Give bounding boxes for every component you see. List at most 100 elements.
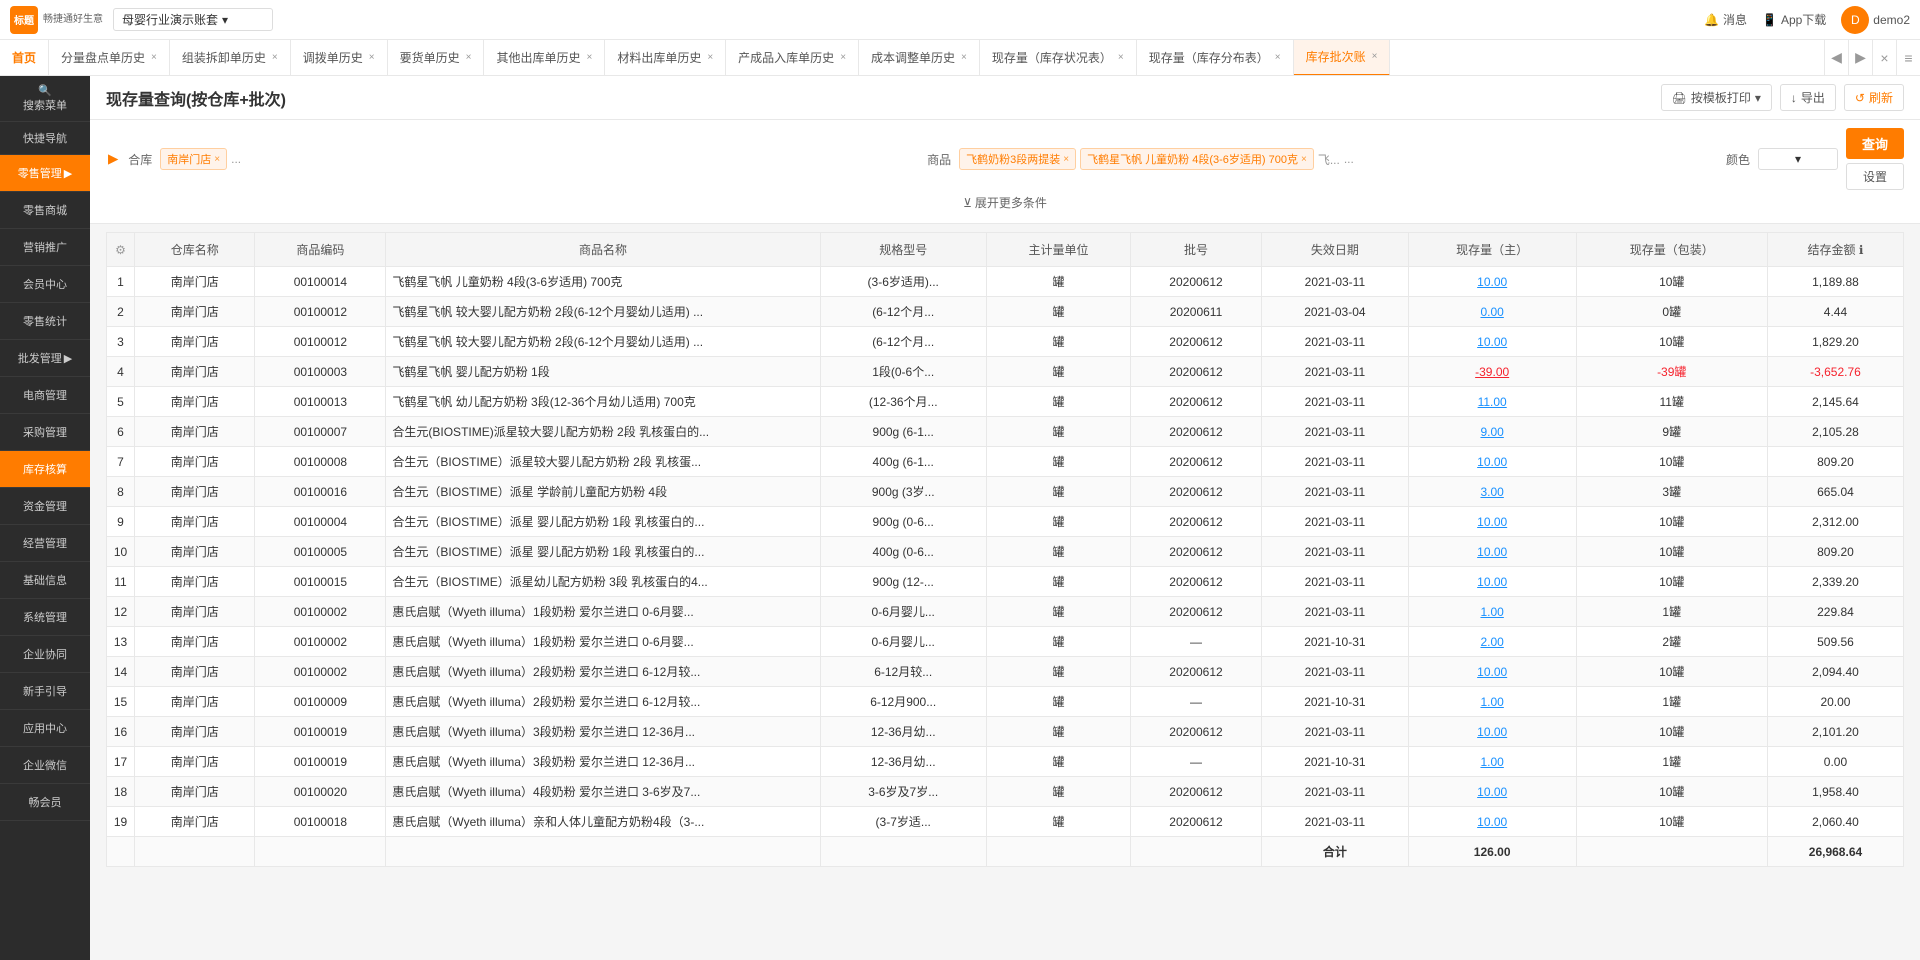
filter-expand-btn[interactable]: ▶ bbox=[106, 149, 120, 169]
sidebar-item-finance[interactable]: 资金管理 bbox=[0, 488, 90, 525]
tab-requisition[interactable]: 要货单历史 × bbox=[388, 40, 485, 76]
tab-inventory-dist[interactable]: 现存量（库存分布表） × bbox=[1137, 40, 1294, 76]
col-settings[interactable]: ⚙ bbox=[107, 233, 135, 267]
nav-close-all-btn[interactable]: × bbox=[1872, 40, 1896, 76]
export-icon: ↓ bbox=[1791, 91, 1797, 105]
tab-inventory-dist-close[interactable]: × bbox=[1275, 52, 1281, 63]
sidebar-item-member[interactable]: 会员中心 bbox=[0, 266, 90, 303]
row-qty-main[interactable]: 10.00 bbox=[1408, 567, 1576, 597]
tab-query-order[interactable]: 调拨单历史 × bbox=[291, 40, 388, 76]
warehouse-more[interactable]: ... bbox=[231, 152, 241, 166]
row-expire: 2021-03-11 bbox=[1262, 327, 1409, 357]
chevron-right-icon-2: ▶ bbox=[64, 352, 72, 365]
sidebar-item-ops[interactable]: 经营管理 bbox=[0, 525, 90, 562]
sidebar-item-marketing[interactable]: 营销推广 bbox=[0, 229, 90, 266]
row-qty-main[interactable]: 10.00 bbox=[1408, 807, 1576, 837]
tab-inventory-status[interactable]: 现存量（库存状况表） × bbox=[980, 40, 1137, 76]
nav-next-btn[interactable]: ▶ bbox=[1848, 40, 1872, 76]
warehouse-tag-0-remove[interactable]: × bbox=[214, 154, 220, 165]
tab-inventory-split-close[interactable]: × bbox=[151, 52, 157, 63]
tab-query-order-close[interactable]: × bbox=[369, 52, 375, 63]
app-download-btn[interactable]: 📱 App下载 bbox=[1762, 11, 1826, 28]
sidebar-item-app-center[interactable]: 应用中心 bbox=[0, 710, 90, 747]
product-tag-0[interactable]: 飞鹤奶粉3段两提装 × bbox=[959, 148, 1076, 170]
tab-group-disassemble[interactable]: 组装拆卸单历史 × bbox=[170, 40, 291, 76]
tab-cost-adjust-close[interactable]: × bbox=[961, 52, 967, 63]
refresh-btn[interactable]: ↺ 刷新 bbox=[1844, 84, 1904, 111]
sidebar-item-wholesale[interactable]: 批发管理 ▶ bbox=[0, 340, 90, 377]
sidebar-item-retail-mgmt[interactable]: 零售管理 ▶ bbox=[0, 155, 90, 192]
product-more-dots[interactable]: ... bbox=[1344, 152, 1354, 166]
tab-other-out-close[interactable]: × bbox=[586, 52, 592, 63]
row-qty-main[interactable]: 10.00 bbox=[1408, 447, 1576, 477]
row-qty-main[interactable]: 2.00 bbox=[1408, 627, 1576, 657]
sidebar-item-system[interactable]: 系统管理 bbox=[0, 599, 90, 636]
row-name: 合生元（BIOSTIME）派星较大婴儿配方奶粉 2段 乳核蛋... bbox=[386, 447, 820, 477]
tab-other-out[interactable]: 其他出库单历史 × bbox=[484, 40, 605, 76]
account-selector[interactable]: 母婴行业演示账套 ▾ bbox=[113, 8, 273, 31]
tab-inventory-batch-close[interactable]: × bbox=[1372, 51, 1378, 62]
message-btn[interactable]: 🔔 消息 bbox=[1704, 11, 1747, 28]
row-no: 10 bbox=[107, 537, 135, 567]
product-tag-1-remove[interactable]: × bbox=[1301, 154, 1307, 165]
sidebar-item-retail-stats[interactable]: 零售统计 bbox=[0, 303, 90, 340]
tab-product-in[interactable]: 产成品入库单历史 × bbox=[726, 40, 859, 76]
row-qty-main[interactable]: 1.00 bbox=[1408, 597, 1576, 627]
user-avatar-area[interactable]: D demo2 bbox=[1841, 6, 1910, 34]
sidebar-item-enterprise-collab[interactable]: 企业协同 bbox=[0, 636, 90, 673]
nav-prev-btn[interactable]: ◀ bbox=[1824, 40, 1848, 76]
row-batch: — bbox=[1131, 687, 1262, 717]
tab-home[interactable]: 首页 bbox=[0, 40, 49, 76]
sidebar-search[interactable]: 🔍 搜索菜单 bbox=[0, 76, 90, 122]
gear-icon[interactable]: ⚙ bbox=[115, 243, 126, 257]
row-qty-main[interactable]: -39.00 bbox=[1408, 357, 1576, 387]
product-more[interactable]: 飞... bbox=[1318, 151, 1340, 168]
nav-menu-btn[interactable]: ≡ bbox=[1896, 40, 1920, 76]
tab-cost-adjust[interactable]: 成本调整单历史 × bbox=[859, 40, 980, 76]
tab-material-out-close[interactable]: × bbox=[707, 52, 713, 63]
sidebar-item-member-card[interactable]: 畅会员 bbox=[0, 784, 90, 821]
row-code: 00100008 bbox=[255, 447, 386, 477]
warehouse-tag-0[interactable]: 南岸门店 × bbox=[160, 148, 227, 170]
row-qty-main[interactable]: 0.00 bbox=[1408, 297, 1576, 327]
row-qty-main[interactable]: 10.00 bbox=[1408, 327, 1576, 357]
row-warehouse: 南岸门店 bbox=[135, 777, 255, 807]
tab-product-in-close[interactable]: × bbox=[840, 52, 846, 63]
product-tag-1[interactable]: 飞鹤星飞帆 儿童奶粉 4段(3-6岁适用) 700克 × bbox=[1080, 148, 1314, 170]
table-row: 18南岸门店00100020惠氏启赋（Wyeth illuma）4段奶粉 爱尔兰… bbox=[107, 777, 1904, 807]
row-qty-main[interactable]: 1.00 bbox=[1408, 687, 1576, 717]
sidebar-item-ecommerce[interactable]: 电商管理 bbox=[0, 377, 90, 414]
row-qty-main[interactable]: 10.00 bbox=[1408, 657, 1576, 687]
print-btn[interactable]: 🖨 按模板打印 ▾ bbox=[1661, 84, 1772, 111]
tab-inventory-split[interactable]: 分量盘点单历史 × bbox=[49, 40, 170, 76]
sidebar-item-new-guide[interactable]: 新手引导 bbox=[0, 673, 90, 710]
row-qty-main[interactable]: 1.00 bbox=[1408, 747, 1576, 777]
sidebar-item-enterprise-wechat[interactable]: 企业微信 bbox=[0, 747, 90, 784]
export-btn[interactable]: ↓ 导出 bbox=[1780, 84, 1836, 111]
row-qty-main[interactable]: 9.00 bbox=[1408, 417, 1576, 447]
tab-material-out[interactable]: 材料出库单历史 × bbox=[605, 40, 726, 76]
product-tag-0-remove[interactable]: × bbox=[1063, 154, 1069, 165]
query-btn[interactable]: 查询 bbox=[1846, 128, 1904, 159]
row-qty-main[interactable]: 10.00 bbox=[1408, 507, 1576, 537]
settings-btn[interactable]: 设置 bbox=[1846, 163, 1904, 190]
expand-more-btn[interactable]: ⊻ 展开更多条件 bbox=[963, 194, 1047, 211]
row-qty-main[interactable]: 10.00 bbox=[1408, 777, 1576, 807]
col-amount: 结存金额 ℹ bbox=[1767, 233, 1903, 267]
row-qty-pack: 10罐 bbox=[1576, 567, 1767, 597]
tab-inventory-batch[interactable]: 库存批次账 × bbox=[1294, 40, 1391, 76]
row-qty-main[interactable]: 10.00 bbox=[1408, 267, 1576, 297]
color-dropdown-btn[interactable]: ▾ bbox=[1758, 148, 1838, 170]
row-qty-main[interactable]: 10.00 bbox=[1408, 717, 1576, 747]
row-qty-main[interactable]: 3.00 bbox=[1408, 477, 1576, 507]
row-qty-main[interactable]: 11.00 bbox=[1408, 387, 1576, 417]
sidebar-item-retail-mall[interactable]: 零售商城 bbox=[0, 192, 90, 229]
tab-group-disassemble-close[interactable]: × bbox=[272, 52, 278, 63]
sidebar-item-inventory-check[interactable]: 库存核算 bbox=[0, 451, 90, 488]
tab-inventory-status-close[interactable]: × bbox=[1118, 52, 1124, 63]
sidebar-item-purchase[interactable]: 采购管理 bbox=[0, 414, 90, 451]
sidebar-quick-nav[interactable]: 快捷导航 bbox=[0, 122, 90, 155]
tab-requisition-close[interactable]: × bbox=[466, 52, 472, 63]
row-qty-main[interactable]: 10.00 bbox=[1408, 537, 1576, 567]
sidebar-item-basic-info[interactable]: 基础信息 bbox=[0, 562, 90, 599]
